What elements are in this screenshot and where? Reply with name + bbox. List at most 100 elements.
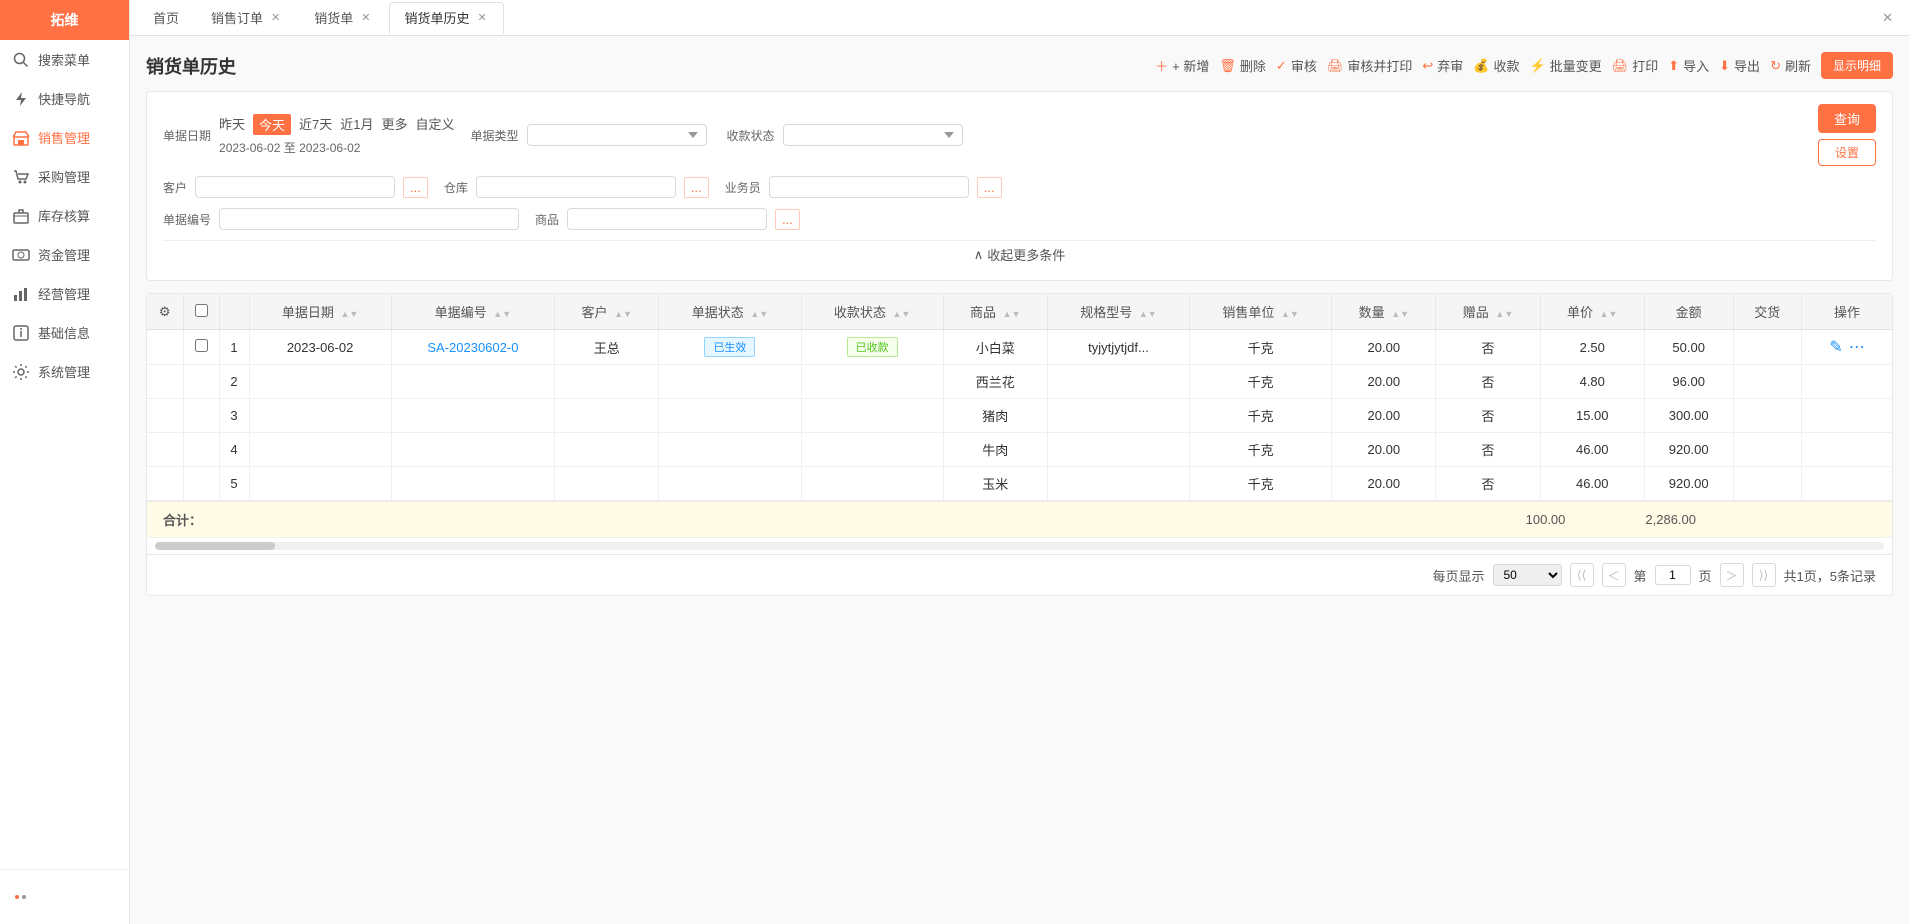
sort-spec-type[interactable]: ▲▼ bbox=[1139, 309, 1157, 319]
row-doc-number[interactable] bbox=[391, 433, 554, 467]
sidebar-item-operations[interactable]: 经营管理 bbox=[0, 274, 129, 313]
row-goods: 玉米 bbox=[943, 467, 1047, 501]
col-sales-unit[interactable]: 销售单位 ▲▼ bbox=[1190, 294, 1332, 330]
row-doc-date bbox=[249, 433, 391, 467]
sidebar-item-quick-nav[interactable]: 快捷导航 bbox=[0, 79, 129, 118]
sort-doc-status[interactable]: ▲▼ bbox=[750, 309, 768, 319]
per-page-select[interactable]: 50 100 200 bbox=[1493, 564, 1562, 586]
row-sales-unit: 千克 bbox=[1190, 467, 1332, 501]
warehouse-input[interactable] bbox=[476, 176, 676, 198]
tab-home[interactable]: 首页 bbox=[138, 2, 194, 34]
tab-sales-order[interactable]: 销售订单 ✕ bbox=[196, 2, 297, 34]
row-doc-number[interactable] bbox=[391, 399, 554, 433]
review-btn[interactable]: ✓ 审核 bbox=[1276, 56, 1317, 75]
first-page-btn[interactable]: ⟨⟨ bbox=[1570, 563, 1594, 587]
sidebar-item-search-menu[interactable]: 搜索菜单 bbox=[0, 40, 129, 79]
sidebar-item-purchase-mgmt[interactable]: 采购管理 bbox=[0, 157, 129, 196]
row-goods: 牛肉 bbox=[943, 433, 1047, 467]
new-btn[interactable]: ＋ + 新增 bbox=[1155, 56, 1209, 75]
tab-close-sales-history[interactable]: ✕ bbox=[476, 10, 489, 25]
select-all-checkbox[interactable] bbox=[195, 304, 208, 317]
print-btn[interactable]: 🖨 打印 bbox=[1612, 56, 1659, 75]
sort-payment-status[interactable]: ▲▼ bbox=[892, 309, 910, 319]
sort-sales-unit[interactable]: ▲▼ bbox=[1281, 309, 1299, 319]
row-customer bbox=[555, 433, 659, 467]
tab-sales-history[interactable]: 销货单历史 ✕ bbox=[389, 2, 503, 34]
row-spec-type bbox=[1047, 399, 1189, 433]
payment-status-select[interactable] bbox=[783, 124, 963, 146]
sidebar-collapse-btn[interactable] bbox=[0, 878, 129, 916]
print-review-btn[interactable]: 🖨 审核并打印 bbox=[1327, 56, 1413, 75]
col-doc-status[interactable]: 单据状态 ▲▼ bbox=[659, 294, 801, 330]
set-btn[interactable]: 设置 bbox=[1818, 139, 1876, 166]
sidebar-item-inventory[interactable]: 库存核算 bbox=[0, 196, 129, 235]
col-customer[interactable]: 客户 ▲▼ bbox=[555, 294, 659, 330]
query-btn[interactable]: 查询 bbox=[1818, 104, 1876, 133]
date-tab-custom[interactable]: 自定义 bbox=[416, 114, 455, 135]
tab-close-sales-order[interactable]: ✕ bbox=[269, 10, 282, 25]
sidebar-item-base-info[interactable]: 基础信息 bbox=[0, 313, 129, 352]
show-detail-btn[interactable]: 显示明细 bbox=[1821, 52, 1893, 79]
sidebar-item-sales-mgmt[interactable]: 销售管理 bbox=[0, 118, 129, 157]
row-doc-number[interactable] bbox=[391, 467, 554, 501]
doc-type-select[interactable] bbox=[527, 124, 707, 146]
import-icon: ⬆ bbox=[1668, 58, 1679, 74]
col-payment-status[interactable]: 收款状态 ▲▼ bbox=[801, 294, 943, 330]
collect-btn[interactable]: 💰 收款 bbox=[1473, 56, 1519, 75]
sort-doc-date[interactable]: ▲▼ bbox=[340, 309, 358, 319]
sort-doc-number[interactable]: ▲▼ bbox=[493, 309, 511, 319]
goods-ellipsis[interactable]: ... bbox=[775, 209, 800, 230]
warehouse-ellipsis[interactable]: ... bbox=[684, 177, 709, 198]
col-doc-number[interactable]: 单据编号 ▲▼ bbox=[391, 294, 554, 330]
collapse-btn[interactable]: ∧ 收起更多条件 bbox=[163, 240, 1876, 268]
doc-number-input[interactable] bbox=[219, 208, 519, 230]
col-gift[interactable]: 赠品 ▲▼ bbox=[1436, 294, 1540, 330]
import-btn[interactable]: ⬆ 导入 bbox=[1668, 56, 1709, 75]
last-page-btn[interactable]: ⟩⟩ bbox=[1752, 563, 1776, 587]
sort-customer[interactable]: ▲▼ bbox=[614, 309, 632, 319]
refresh-btn[interactable]: ↻ 刷新 bbox=[1770, 56, 1811, 75]
customer-input[interactable] bbox=[195, 176, 395, 198]
edit-btn[interactable]: ✎ bbox=[1829, 339, 1842, 356]
customer-ellipsis[interactable]: ... bbox=[403, 177, 428, 198]
sort-qty[interactable]: ▲▼ bbox=[1391, 309, 1409, 319]
tab-close-sales-delivery[interactable]: ✕ bbox=[359, 10, 372, 25]
sort-gift[interactable]: ▲▼ bbox=[1495, 309, 1513, 319]
staff-input[interactable] bbox=[769, 176, 969, 198]
row-doc-number[interactable] bbox=[391, 365, 554, 399]
sort-unit-price[interactable]: ▲▼ bbox=[1600, 309, 1618, 319]
sidebar-item-sys-mgmt[interactable]: 系统管理 bbox=[0, 352, 129, 391]
col-spec-type[interactable]: 规格型号 ▲▼ bbox=[1047, 294, 1189, 330]
col-goods[interactable]: 商品 ▲▼ bbox=[943, 294, 1047, 330]
tab-sales-delivery[interactable]: 销货单 ✕ bbox=[299, 2, 387, 34]
more-btn[interactable]: ⋯ bbox=[1849, 339, 1865, 356]
col-settings[interactable]: ⚙ bbox=[147, 294, 183, 330]
toolbar-actions: ＋ + 新增 🗑 删除 ✓ 审核 🖨 审核并打印 ↩ 弃审 bbox=[1155, 52, 1893, 79]
date-tab-today[interactable]: 今天 bbox=[253, 114, 291, 135]
date-tab-more[interactable]: 更多 bbox=[382, 114, 408, 135]
date-tab-1month[interactable]: 近1月 bbox=[340, 114, 373, 135]
tab-window-close[interactable]: ✕ bbox=[1882, 10, 1893, 26]
horizontal-scrollbar[interactable] bbox=[147, 537, 1892, 554]
abandon-btn[interactable]: ↩ 弃审 bbox=[1422, 56, 1463, 75]
next-page-btn[interactable]: ＞ bbox=[1720, 563, 1744, 587]
col-unit-price[interactable]: 单价 ▲▼ bbox=[1540, 294, 1644, 330]
doc-number-link[interactable]: SA-20230602-0 bbox=[427, 340, 518, 355]
row-doc-date bbox=[249, 365, 391, 399]
export-btn[interactable]: ⬇ 导出 bbox=[1719, 56, 1760, 75]
goods-input[interactable] bbox=[567, 208, 767, 230]
row-checkbox[interactable] bbox=[195, 339, 208, 352]
row-doc-number[interactable]: SA-20230602-0 bbox=[391, 330, 554, 365]
col-qty[interactable]: 数量 ▲▼ bbox=[1332, 294, 1436, 330]
date-tab-7days[interactable]: 近7天 bbox=[299, 114, 332, 135]
col-action: 操作 bbox=[1802, 294, 1892, 330]
page-input[interactable] bbox=[1655, 565, 1691, 585]
batch-change-btn[interactable]: ⚡ 批量变更 bbox=[1529, 56, 1601, 75]
sort-goods[interactable]: ▲▼ bbox=[1003, 309, 1021, 319]
sidebar-item-finance[interactable]: 资金管理 bbox=[0, 235, 129, 274]
col-doc-date[interactable]: 单据日期 ▲▼ bbox=[249, 294, 391, 330]
delete-btn[interactable]: 🗑 删除 bbox=[1219, 56, 1266, 75]
prev-page-btn[interactable]: ＜ bbox=[1602, 563, 1626, 587]
staff-ellipsis[interactable]: ... bbox=[977, 177, 1002, 198]
date-tab-yesterday[interactable]: 昨天 bbox=[219, 114, 245, 135]
